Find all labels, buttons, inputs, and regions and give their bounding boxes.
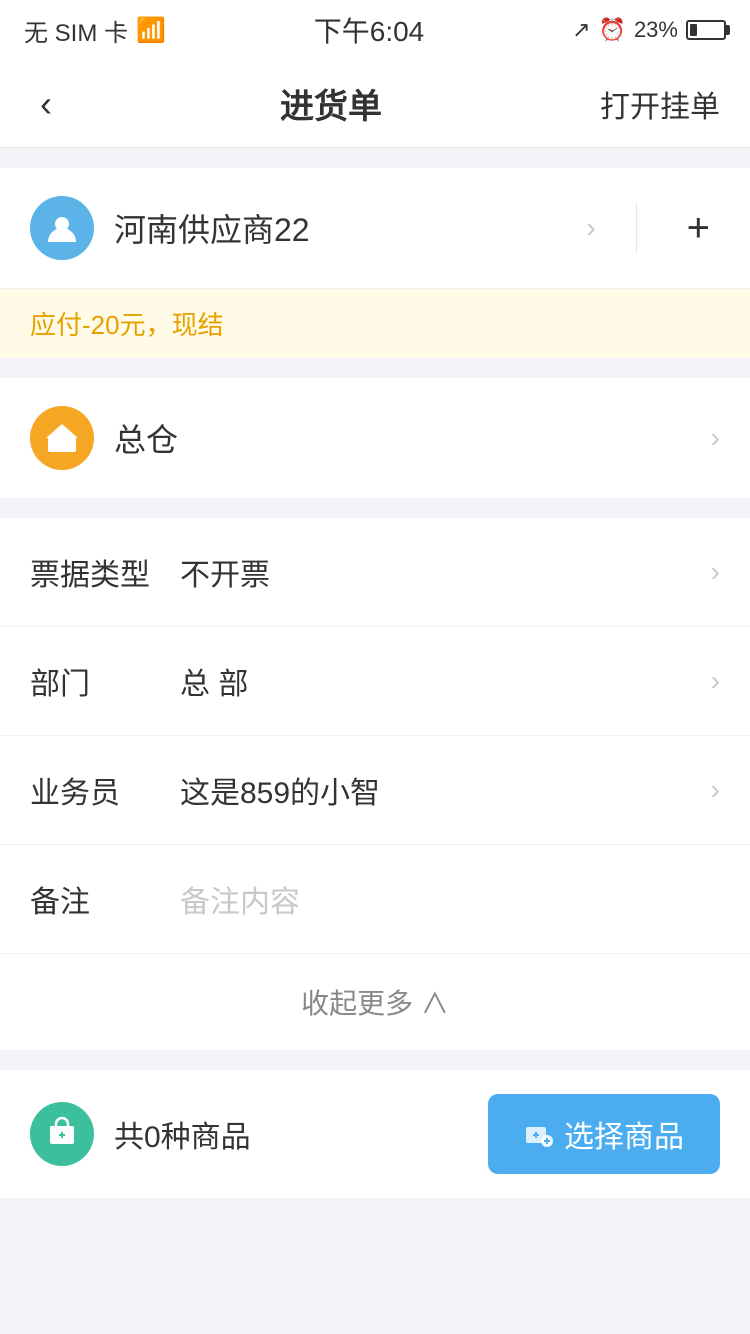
wifi-icon: 📶 <box>136 16 166 45</box>
supplier-avatar <box>30 196 94 260</box>
gap-1 <box>0 148 750 168</box>
supplier-row[interactable]: 河南供应商22 › + <box>0 168 750 289</box>
warehouse-row[interactable]: 总仓 › <box>0 378 750 498</box>
open-hang-button[interactable]: 打开挂单 <box>600 82 720 126</box>
salesperson-chevron-icon: › <box>711 774 720 806</box>
notice-text: 应付-20元，现结 <box>30 310 224 340</box>
select-product-button[interactable]: 选择商品 <box>488 1094 720 1174</box>
invoice-label: 票据类型 <box>30 550 180 594</box>
supplier-name: 河南供应商22 <box>114 205 566 251</box>
warehouse-name: 总仓 <box>114 415 691 461</box>
form-section: 票据类型 不开票 › 部门 总 部 › 业务员 这是859的小智 › 备注 备注… <box>0 518 750 1050</box>
location-icon: ↗ <box>572 17 590 43</box>
product-icon <box>30 1102 94 1166</box>
collapse-label: 收起更多 ∧ <box>301 982 449 1022</box>
invoice-row[interactable]: 票据类型 不开票 › <box>0 518 750 626</box>
supplier-section: 河南供应商22 › + 应付-20元，现结 <box>0 168 750 358</box>
department-value: 总 部 <box>180 659 711 703</box>
back-button[interactable]: ‹ <box>30 73 62 135</box>
product-bar: 共0种商品 选择商品 <box>0 1070 750 1198</box>
status-right: ↗ ⏰ 23% <box>572 17 726 43</box>
invoice-value: 不开票 <box>180 550 711 594</box>
supplier-add-button[interactable]: + <box>677 206 720 251</box>
remark-row[interactable]: 备注 备注内容 <box>0 844 750 953</box>
department-label: 部门 <box>30 659 180 703</box>
battery-percent: 23% <box>634 17 678 43</box>
supplier-divider <box>636 203 637 253</box>
gap-3 <box>0 498 750 518</box>
nav-bar: ‹ 进货单 打开挂单 <box>0 60 750 148</box>
battery-icon <box>686 20 726 40</box>
gap-2 <box>0 358 750 378</box>
warehouse-section: 总仓 › <box>0 378 750 498</box>
warehouse-chevron-icon: › <box>711 422 720 454</box>
remark-value: 备注内容 <box>180 877 720 921</box>
salesperson-row[interactable]: 业务员 这是859的小智 › <box>0 735 750 844</box>
carrier-label: 无 SIM 卡 <box>24 13 128 48</box>
department-row[interactable]: 部门 总 部 › <box>0 626 750 735</box>
select-product-label: 选择商品 <box>564 1112 684 1156</box>
salesperson-value: 这是859的小智 <box>180 768 711 812</box>
department-chevron-icon: › <box>711 665 720 697</box>
warehouse-icon <box>30 406 94 470</box>
invoice-chevron-icon: › <box>711 556 720 588</box>
alarm-icon: ⏰ <box>599 17 626 43</box>
supplier-chevron-icon: › <box>586 212 595 244</box>
notice-bar: 应付-20元，现结 <box>0 289 750 358</box>
status-time: 下午6:04 <box>314 10 425 50</box>
page-title: 进货单 <box>280 79 382 128</box>
status-bar: 无 SIM 卡 📶 下午6:04 ↗ ⏰ 23% <box>0 0 750 60</box>
collapse-button[interactable]: 收起更多 ∧ <box>0 953 750 1050</box>
product-count: 共0种商品 <box>114 1112 468 1156</box>
salesperson-label: 业务员 <box>30 768 180 812</box>
remark-label: 备注 <box>30 877 180 921</box>
status-left: 无 SIM 卡 📶 <box>24 13 166 48</box>
